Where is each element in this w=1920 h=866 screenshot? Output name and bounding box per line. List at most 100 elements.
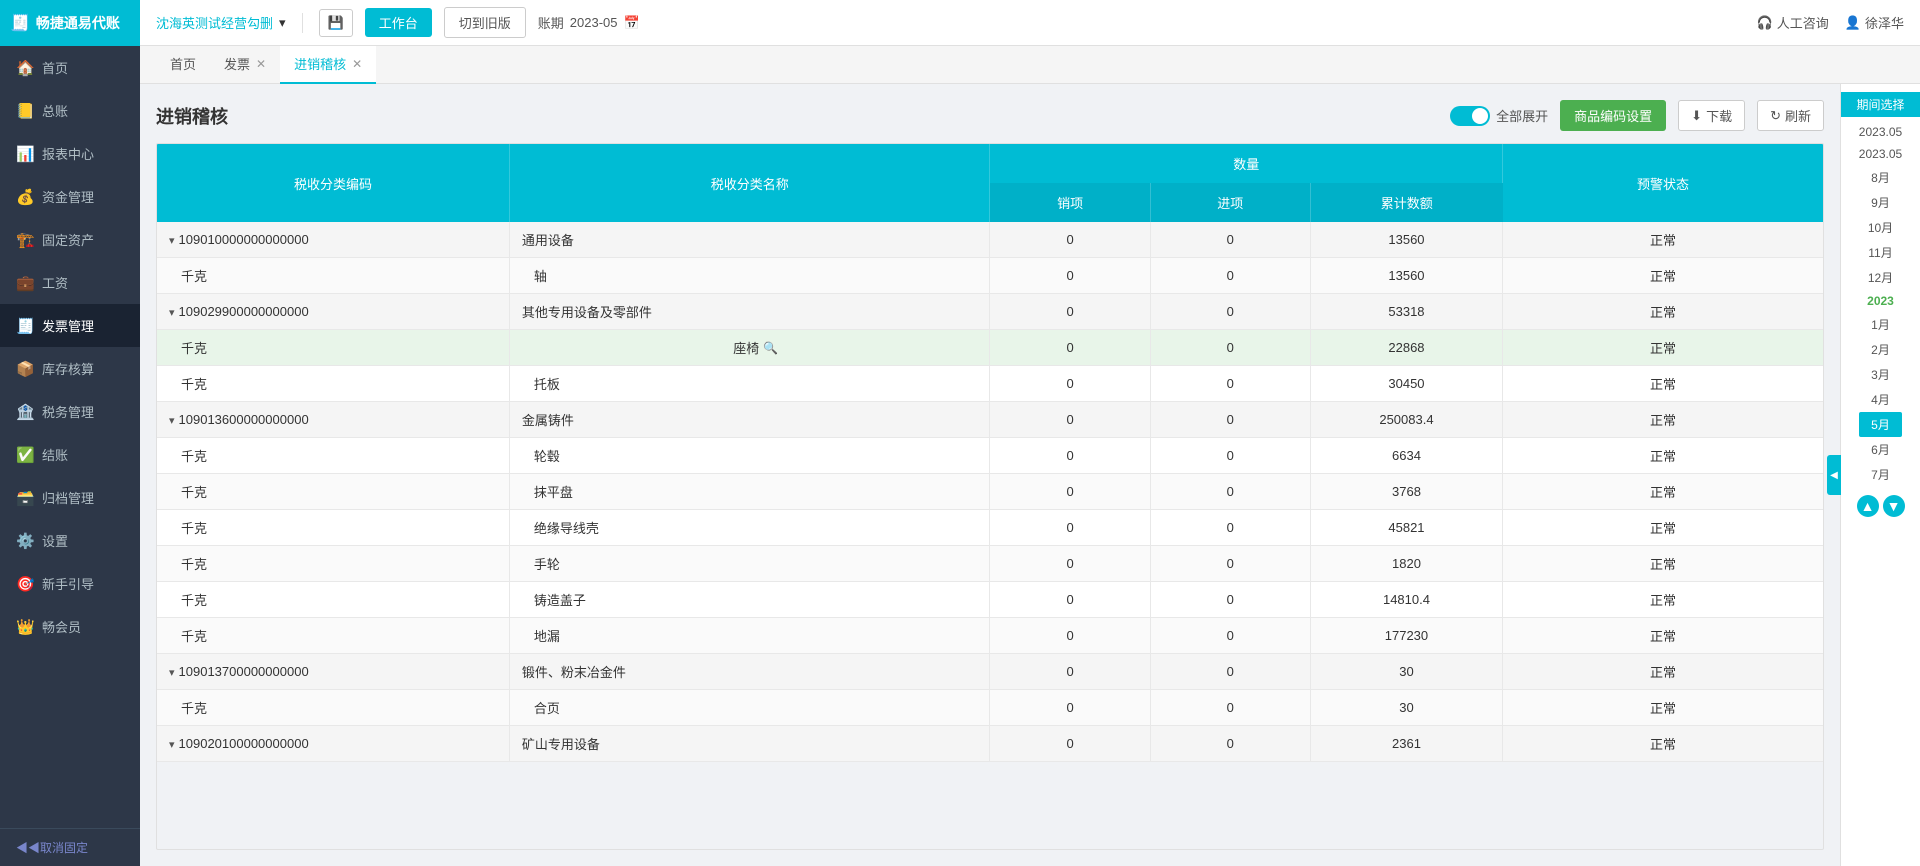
refresh-button[interactable]: ↻ 刷新 [1757, 100, 1824, 131]
period-item[interactable]: 8月 [1859, 165, 1902, 190]
calendar-icon[interactable]: 📅 [624, 15, 640, 31]
purchase-cell: 0 [1150, 294, 1310, 330]
status-cell: 正常 [1503, 330, 1823, 366]
period-item[interactable]: 4月 [1859, 387, 1902, 412]
expand-toggle[interactable]: 全部展开 [1450, 106, 1548, 126]
period-item[interactable]: 3月 [1859, 362, 1902, 387]
tax-code-cell: ▾109029900000000000 [157, 294, 509, 330]
sidebar-item-label: 资金管理 [42, 187, 94, 206]
invoice-icon: 🧾 [16, 317, 34, 335]
period-item[interactable]: 12月 [1859, 265, 1902, 290]
tab-invoice-close[interactable]: ✕ [256, 57, 266, 71]
company-selector[interactable]: 沈海英测试经营勾删 ▾ [156, 13, 286, 32]
period-item[interactable]: 7月 [1859, 462, 1902, 487]
expand-icon[interactable]: ▾ [169, 739, 175, 751]
table-row: ▾109020100000000000 矿山专用设备 0 0 2361 正常 [157, 726, 1823, 762]
sidebar-item-home[interactable]: 🏠 首页 [0, 46, 140, 89]
expand-icon[interactable]: ▾ [169, 235, 175, 247]
total-cell: 22868 [1310, 330, 1502, 366]
sidebar-item-invoice[interactable]: 🧾 发票管理 [0, 304, 140, 347]
period-up-button[interactable]: ▲ [1857, 495, 1879, 517]
period-list: 2023.052023.058月9月10月11月12月20231月2月3月4月5… [1859, 121, 1902, 487]
status-cell: 正常 [1503, 618, 1823, 654]
expand-icon[interactable]: ▾ [169, 307, 175, 319]
toggle-label: 全部展开 [1496, 106, 1548, 125]
sales-cell: 0 [990, 330, 1150, 366]
period-down-button[interactable]: ▼ [1883, 495, 1905, 517]
data-table-wrap: 税收分类编码 税收分类名称 数量 预警状态 销项 进项 累计数额 [156, 143, 1824, 850]
product-unit-cell: 千克 [157, 438, 509, 474]
workbench-button[interactable]: 工作台 [365, 8, 432, 37]
user-menu[interactable]: 👤 徐泽华 [1845, 13, 1904, 32]
product-name-cell: 地漏 [509, 618, 990, 654]
sidebar-item-label: 总账 [42, 101, 68, 120]
status-cell: 正常 [1503, 510, 1823, 546]
period-item[interactable]: 2023.05 [1859, 121, 1902, 143]
total-cell: 45821 [1310, 510, 1502, 546]
purchase-cell: 0 [1150, 654, 1310, 690]
download-button[interactable]: ⬇ 下载 [1678, 100, 1745, 131]
sidebar-item-archive[interactable]: 🗃️ 归档管理 [0, 476, 140, 519]
toggle-track[interactable] [1450, 106, 1490, 126]
sidebar-item-tax[interactable]: 🏦 税务管理 [0, 390, 140, 433]
tax-code-cell: ▾109013600000000000 [157, 402, 509, 438]
sales-cell: 0 [990, 510, 1150, 546]
product-unit-cell: 千克 [157, 618, 509, 654]
settle-icon: ✅ [16, 446, 34, 464]
support-button[interactable]: 🎧 人工咨询 [1757, 13, 1829, 32]
page-actions: 全部展开 商品编码设置 ⬇ 下载 ↻ 刷新 [1450, 100, 1824, 131]
tab-reconcile[interactable]: 进销稽核 ✕ [280, 46, 376, 84]
logo-text: 畅捷通易代账 [36, 13, 120, 33]
sidebar-item-settings[interactable]: ⚙️ 设置 [0, 519, 140, 562]
table-row: 千克 抹平盘 0 0 3768 正常 [157, 474, 1823, 510]
expand-icon[interactable]: ▾ [169, 415, 175, 427]
sidebar-item-assets[interactable]: 🏗️ 固定资产 [0, 218, 140, 261]
period-item[interactable]: 2023 [1859, 290, 1902, 312]
sidebar-item-reports[interactable]: 📊 报表中心 [0, 132, 140, 175]
sidebar-item-settle[interactable]: ✅ 结账 [0, 433, 140, 476]
th-tax-name: 税收分类名称 [509, 144, 990, 222]
sales-cell: 0 [990, 438, 1150, 474]
period-item[interactable]: 11月 [1859, 240, 1902, 265]
purchase-cell: 0 [1150, 366, 1310, 402]
period-item[interactable]: 10月 [1859, 215, 1902, 240]
sidebar-item-label: 畅会员 [42, 617, 81, 636]
purchase-cell: 0 [1150, 258, 1310, 294]
switch-version-button[interactable]: 切到旧版 [444, 7, 526, 38]
status-cell: 正常 [1503, 474, 1823, 510]
period-item[interactable]: 6月 [1859, 437, 1902, 462]
search-icon[interactable]: 🔍 [763, 341, 778, 355]
tab-home[interactable]: 首页 [156, 46, 210, 84]
refresh-label: 刷新 [1785, 106, 1811, 125]
table-row: ▾109013600000000000 金属铸件 0 0 250083.4 正常 [157, 402, 1823, 438]
sidebar-item-funds[interactable]: 💰 资金管理 [0, 175, 140, 218]
tab-reconcile-close[interactable]: ✕ [352, 57, 362, 71]
tax-code-cell: ▾109013700000000000 [157, 654, 509, 690]
expand-icon[interactable]: ▾ [169, 667, 175, 679]
sidebar-item-guide[interactable]: 🎯 新手引导 [0, 562, 140, 605]
purchase-cell: 0 [1150, 618, 1310, 654]
sidebar-item-inventory[interactable]: 📦 库存核算 [0, 347, 140, 390]
period-item[interactable]: 5月 [1859, 412, 1902, 437]
sidebar-item-ledger[interactable]: 📒 总账 [0, 89, 140, 132]
sales-cell: 0 [990, 582, 1150, 618]
sidebar-item-member[interactable]: 👑 畅会员 [0, 605, 140, 648]
product-name-cell: 合页 [509, 690, 990, 726]
tax-icon: 🏦 [16, 403, 34, 421]
period-item[interactable]: 2023.05 [1859, 143, 1902, 165]
download-label: 下载 [1706, 106, 1732, 125]
save-draft-button[interactable]: 💾 [319, 9, 353, 37]
product-code-button[interactable]: 商品编码设置 [1560, 100, 1666, 131]
purchase-cell: 0 [1150, 222, 1310, 258]
sales-cell: 0 [990, 546, 1150, 582]
period-item[interactable]: 9月 [1859, 190, 1902, 215]
sidebar-item-payroll[interactable]: 💼 工资 [0, 261, 140, 304]
unpin-button[interactable]: ◀◀取消固定 [0, 828, 140, 866]
tab-invoice[interactable]: 发票 ✕ [210, 46, 280, 84]
tab-bar: 首页 发票 ✕ 进销稽核 ✕ [140, 46, 1920, 84]
period-item[interactable]: 2月 [1859, 337, 1902, 362]
total-cell: 30 [1310, 690, 1502, 726]
data-table: 税收分类编码 税收分类名称 数量 预警状态 销项 进项 累计数额 [157, 144, 1823, 762]
panel-toggle-button[interactable]: ◀ [1827, 455, 1841, 495]
period-item[interactable]: 1月 [1859, 312, 1902, 337]
